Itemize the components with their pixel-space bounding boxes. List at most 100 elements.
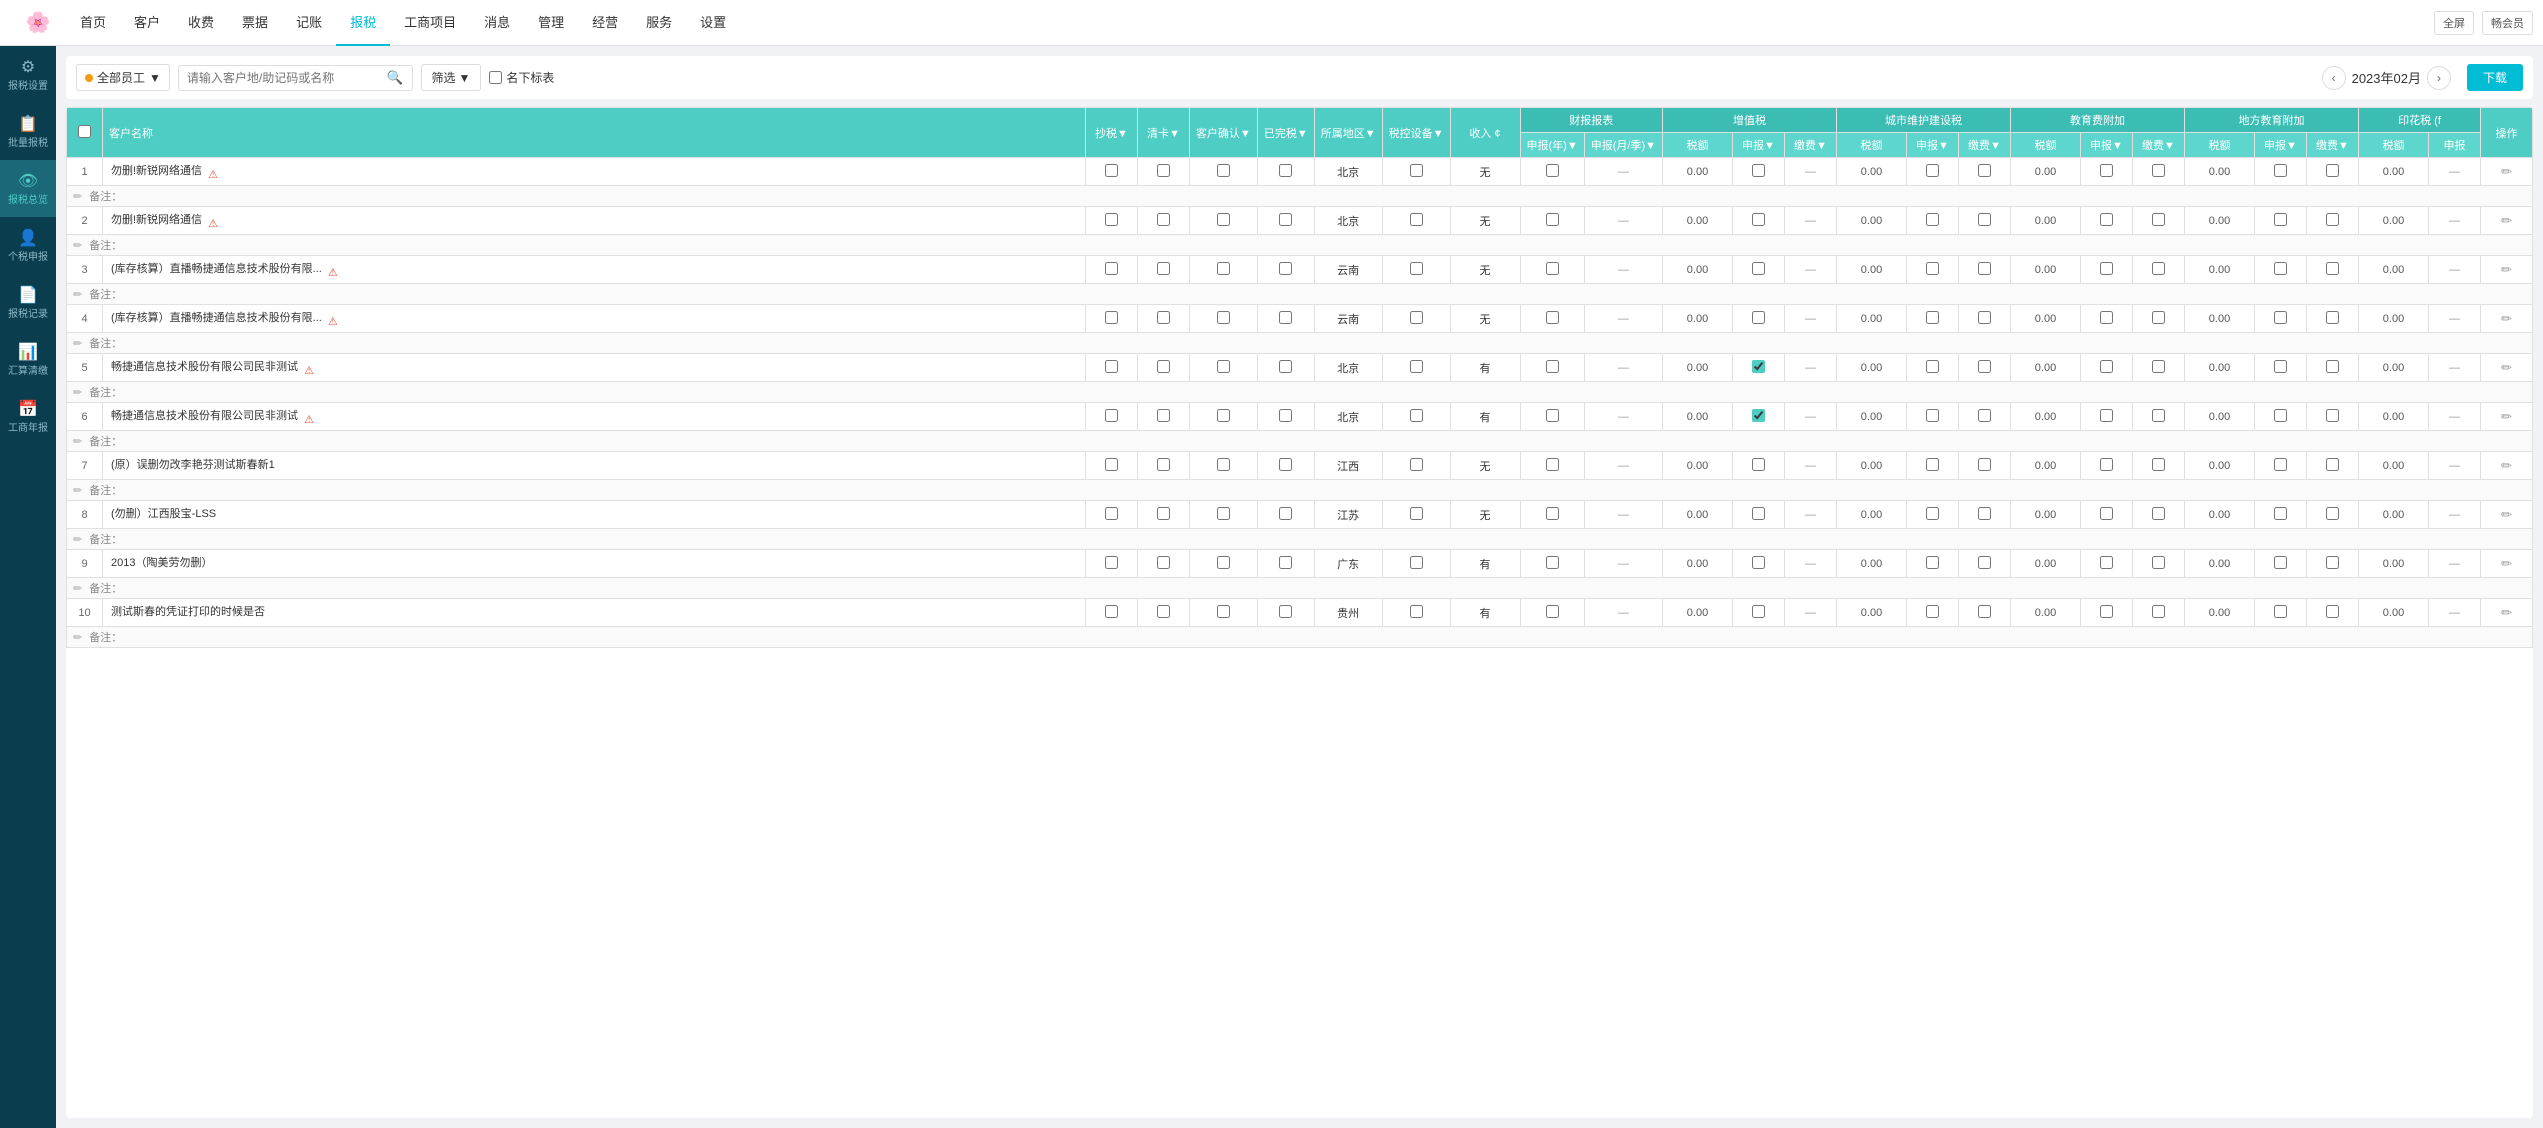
nav-item-service[interactable]: 服务 xyxy=(632,0,686,46)
nav-item-message[interactable]: 消息 xyxy=(470,0,524,46)
declared-checkbox[interactable] xyxy=(1279,458,1292,471)
clear-card-checkbox[interactable] xyxy=(1157,360,1170,373)
vat-declare-checkbox[interactable] xyxy=(1752,556,1765,569)
nav-item-tax[interactable]: 报税 xyxy=(336,0,390,46)
sidebar-item-tax-view[interactable]: 👁 报税总览 xyxy=(0,160,56,217)
fin-year-checkbox[interactable] xyxy=(1546,458,1559,471)
vat-declare-checkbox[interactable] xyxy=(1752,605,1765,618)
vat-declare-checkbox[interactable] xyxy=(1752,507,1765,520)
city-declare-checkbox[interactable] xyxy=(1926,556,1939,569)
declared-checkbox[interactable] xyxy=(1279,556,1292,569)
declared-checkbox[interactable] xyxy=(1279,311,1292,324)
vat-declare-checkbox[interactable] xyxy=(1752,311,1765,324)
search-button[interactable]: 🔍 xyxy=(379,66,412,90)
city-pay-checkbox[interactable] xyxy=(1978,360,1991,373)
sidebar-item-summary[interactable]: 📊 汇算清缴 xyxy=(0,331,56,388)
confirm-checkbox[interactable] xyxy=(1217,458,1230,471)
edu-pay-checkbox[interactable] xyxy=(2152,360,2165,373)
member-button[interactable]: 畅会员 xyxy=(2482,11,2533,35)
tax-copy-checkbox[interactable] xyxy=(1105,507,1118,520)
edu-pay-checkbox[interactable] xyxy=(2152,507,2165,520)
edu-declare-checkbox[interactable] xyxy=(2100,262,2113,275)
vat-declare-checkbox[interactable] xyxy=(1752,262,1765,275)
fin-year-checkbox[interactable] xyxy=(1546,605,1559,618)
download-button[interactable]: 下载 xyxy=(2467,64,2523,91)
fin-year-checkbox[interactable] xyxy=(1546,360,1559,373)
local-edu-pay-checkbox[interactable] xyxy=(2326,458,2339,471)
nav-item-client[interactable]: 客户 xyxy=(120,0,174,46)
vat-declare-checkbox[interactable] xyxy=(1752,360,1765,373)
sidebar-item-batch-tax[interactable]: 📋 批量报税 xyxy=(0,103,56,160)
edit-icon[interactable]: ✏ xyxy=(2501,605,2512,620)
tax-copy-checkbox[interactable] xyxy=(1105,311,1118,324)
edu-declare-checkbox[interactable] xyxy=(2100,458,2113,471)
fullscreen-button[interactable]: 全屏 xyxy=(2434,11,2474,35)
edu-declare-checkbox[interactable] xyxy=(2100,213,2113,226)
nav-item-settings[interactable]: 设置 xyxy=(686,0,740,46)
tax-copy-checkbox[interactable] xyxy=(1105,164,1118,177)
city-declare-checkbox[interactable] xyxy=(1926,262,1939,275)
device-checkbox[interactable] xyxy=(1410,213,1423,226)
local-edu-declare-checkbox[interactable] xyxy=(2274,556,2287,569)
local-edu-declare-checkbox[interactable] xyxy=(2274,605,2287,618)
edu-pay-checkbox[interactable] xyxy=(2152,213,2165,226)
confirm-checkbox[interactable] xyxy=(1217,262,1230,275)
device-checkbox[interactable] xyxy=(1410,409,1423,422)
select-all-checkbox[interactable] xyxy=(78,125,91,138)
fin-year-checkbox[interactable] xyxy=(1546,311,1559,324)
declared-checkbox[interactable] xyxy=(1279,213,1292,226)
nav-item-home[interactable]: 首页 xyxy=(66,0,120,46)
local-edu-pay-checkbox[interactable] xyxy=(2326,360,2339,373)
city-pay-checkbox[interactable] xyxy=(1978,458,1991,471)
vat-declare-checkbox[interactable] xyxy=(1752,409,1765,422)
edit-icon[interactable]: ✏ xyxy=(2501,409,2512,424)
city-pay-checkbox[interactable] xyxy=(1978,556,1991,569)
local-edu-pay-checkbox[interactable] xyxy=(2326,409,2339,422)
filter-button[interactable]: 筛选 ▼ xyxy=(421,64,482,91)
local-edu-pay-checkbox[interactable] xyxy=(2326,164,2339,177)
prev-page-button[interactable]: ‹ xyxy=(2322,66,2346,90)
edit-icon[interactable]: ✏ xyxy=(2501,262,2512,277)
fin-year-checkbox[interactable] xyxy=(1546,262,1559,275)
sidebar-item-tax-settings[interactable]: ⚙ 报税设置 xyxy=(0,46,56,103)
edu-pay-checkbox[interactable] xyxy=(2152,262,2165,275)
edu-declare-checkbox[interactable] xyxy=(2100,360,2113,373)
edit-icon[interactable]: ✏ xyxy=(2501,164,2512,179)
edu-pay-checkbox[interactable] xyxy=(2152,409,2165,422)
edit-icon[interactable]: ✏ xyxy=(2501,360,2512,375)
local-edu-pay-checkbox[interactable] xyxy=(2326,507,2339,520)
declared-checkbox[interactable] xyxy=(1279,507,1292,520)
clear-card-checkbox[interactable] xyxy=(1157,213,1170,226)
local-edu-declare-checkbox[interactable] xyxy=(2274,311,2287,324)
city-declare-checkbox[interactable] xyxy=(1926,458,1939,471)
local-edu-pay-checkbox[interactable] xyxy=(2326,605,2339,618)
nav-item-collection[interactable]: 收费 xyxy=(174,0,228,46)
edu-pay-checkbox[interactable] xyxy=(2152,164,2165,177)
city-pay-checkbox[interactable] xyxy=(1978,409,1991,422)
declared-checkbox[interactable] xyxy=(1279,605,1292,618)
edit-icon[interactable]: ✏ xyxy=(2501,213,2512,228)
device-checkbox[interactable] xyxy=(1410,360,1423,373)
confirm-checkbox[interactable] xyxy=(1217,164,1230,177)
edit-icon[interactable]: ✏ xyxy=(2501,311,2512,326)
city-declare-checkbox[interactable] xyxy=(1926,360,1939,373)
confirm-checkbox[interactable] xyxy=(1217,409,1230,422)
nav-item-finance[interactable]: 经营 xyxy=(578,0,632,46)
tax-copy-checkbox[interactable] xyxy=(1105,262,1118,275)
edit-icon[interactable]: ✏ xyxy=(2501,556,2512,571)
device-checkbox[interactable] xyxy=(1410,164,1423,177)
fin-year-checkbox[interactable] xyxy=(1546,507,1559,520)
clear-card-checkbox[interactable] xyxy=(1157,262,1170,275)
city-pay-checkbox[interactable] xyxy=(1978,164,1991,177)
declared-checkbox[interactable] xyxy=(1279,262,1292,275)
device-checkbox[interactable] xyxy=(1410,262,1423,275)
local-edu-declare-checkbox[interactable] xyxy=(2274,213,2287,226)
employee-filter[interactable]: 全部员工 ▼ xyxy=(76,64,170,91)
city-pay-checkbox[interactable] xyxy=(1978,311,1991,324)
edu-pay-checkbox[interactable] xyxy=(2152,458,2165,471)
clear-card-checkbox[interactable] xyxy=(1157,605,1170,618)
tax-copy-checkbox[interactable] xyxy=(1105,409,1118,422)
city-pay-checkbox[interactable] xyxy=(1978,213,1991,226)
clear-card-checkbox[interactable] xyxy=(1157,311,1170,324)
device-checkbox[interactable] xyxy=(1410,458,1423,471)
